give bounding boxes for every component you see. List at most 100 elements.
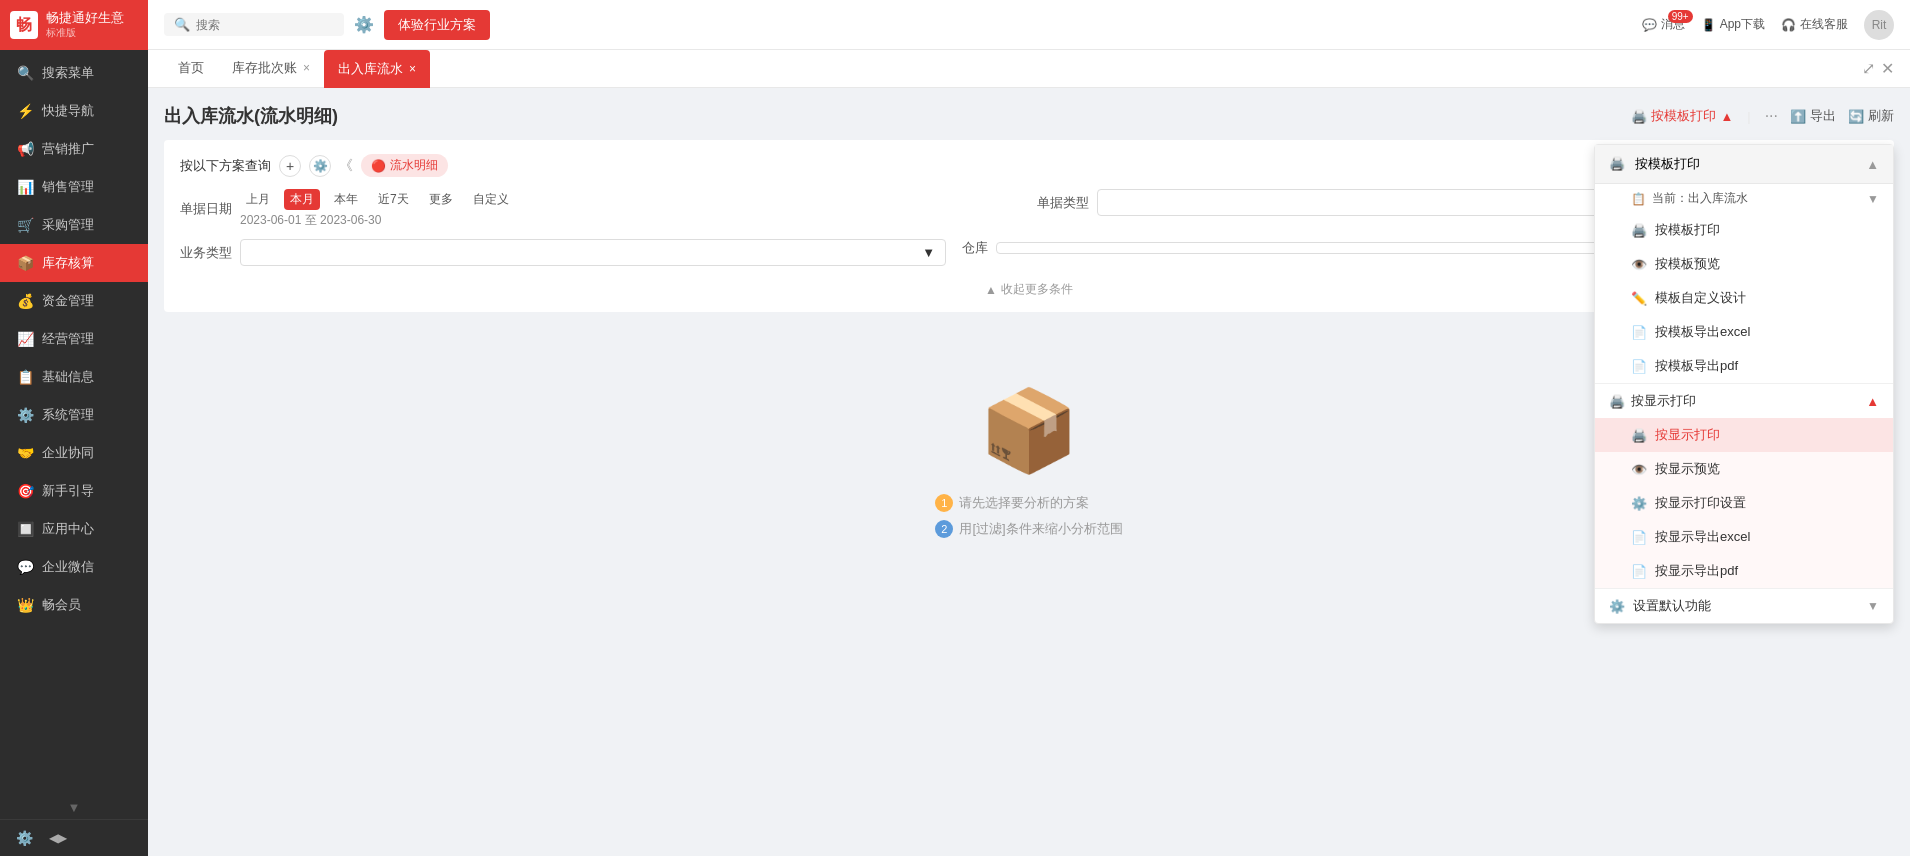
refresh-label: 刷新 [1868,107,1894,125]
date-field: 单据日期 上月 本月 本年 近7天 更多 自定义 2023-06-01 至 20… [180,189,1021,229]
topbar-gear-icon[interactable]: ⚙️ [354,15,374,34]
eye-icon-2: 👁️ [1631,462,1647,477]
display-export-excel-label: 按显示导出excel [1655,528,1750,546]
dropdown-set-default[interactable]: ⚙️ 设置默认功能 ▼ [1595,589,1893,623]
maximize-btn[interactable]: ⤢ [1862,59,1875,78]
dropdown-chevron-up[interactable]: ▲ [1866,157,1879,172]
sidebar-item-guide[interactable]: 🎯 新手引导 [0,472,148,510]
app-download-btn[interactable]: 📱 App下载 [1701,16,1765,33]
message-btn[interactable]: 💬 消息 99+ [1642,16,1685,33]
tab-home[interactable]: 首页 [164,50,218,88]
tab-flow-close[interactable]: × [409,62,416,76]
filter-tag[interactable]: 🔴 流水明细 [361,154,448,177]
dropdown-template-export-excel[interactable]: 📄 按模板导出excel [1595,315,1893,349]
sidebar-item-inventory[interactable]: 📦 库存核算 [0,244,148,282]
date-opt-this-month[interactable]: 本月 [284,189,320,210]
display-print-chevron[interactable]: ▲ [1866,394,1879,409]
close-window-btn[interactable]: ✕ [1881,59,1894,78]
tab-batch-account[interactable]: 库存批次账 × [218,50,324,88]
search-icon: 🔍 [16,65,34,81]
display-print-section-header[interactable]: 🖨️ 按显示打印 ▲ [1595,384,1893,418]
app-title: 畅捷通好生意 [46,10,124,26]
settings-bottom-icon[interactable]: ⚙️ [16,830,33,846]
date-option-group: 上月 本月 本年 近7天 更多 自定义 [240,189,515,210]
sidebar-item-finance[interactable]: 💰 资金管理 [0,282,148,320]
date-opt-last-month[interactable]: 上月 [240,189,276,210]
export-btn[interactable]: ⬆️ 导出 [1790,107,1836,125]
dropdown-template-custom[interactable]: ✏️ 模板自定义设计 [1595,281,1893,315]
doc-type-label: 单据类型 [1037,194,1089,212]
sidebar-item-label: 新手引导 [42,482,94,500]
dropdown-template-export-pdf[interactable]: 📄 按模板导出pdf [1595,349,1893,383]
sidebar-item-label: 应用中心 [42,520,94,538]
sidebar-item-member[interactable]: 👑 畅会员 [0,586,148,624]
printer-icon-3: 🖨️ [1631,223,1647,238]
sidebar-item-label: 销售管理 [42,178,94,196]
filter-collapse-icon[interactable]: 《 [339,157,353,175]
search-input[interactable] [196,18,316,32]
sidebar-item-operations[interactable]: 📈 经营管理 [0,320,148,358]
dropdown-display-print[interactable]: 🖨️ 按显示打印 [1595,418,1893,452]
chevron-up-icon: ▲ [1720,109,1733,124]
tab-home-label: 首页 [178,59,204,77]
dropdown-template-preview[interactable]: 👁️ 按模板预览 [1595,247,1893,281]
topbar-right: 💬 消息 99+ 📱 App下载 🎧 在线客服 Rit [1642,10,1894,40]
sidebar-item-purchase[interactable]: 🛒 采购管理 [0,206,148,244]
chevron-down-icon-2: ▼ [922,245,935,260]
date-opt-more[interactable]: 更多 [423,189,459,210]
print-template-btn[interactable]: 🖨️ 按模板打印 ▲ [1631,107,1733,125]
tab-batch-account-close[interactable]: × [303,61,310,75]
app-download-label: App下载 [1720,16,1765,33]
date-opt-7days[interactable]: 近7天 [372,189,415,210]
sidebar-item-sys-mgmt[interactable]: ⚙️ 系统管理 [0,396,148,434]
megaphone-icon: 📢 [16,141,34,157]
dropdown-display-preview[interactable]: 👁️ 按显示预览 [1595,452,1893,486]
industry-btn[interactable]: 体验行业方案 [384,10,490,40]
refresh-btn[interactable]: 🔄 刷新 [1848,107,1894,125]
page-title: 出入库流水(流水明细) [164,104,338,128]
tab-flow[interactable]: 出入库流水 × [324,50,430,88]
filter-add-btn[interactable]: + [279,155,301,177]
dropdown-display-export-pdf[interactable]: 📄 按显示导出pdf [1595,554,1893,588]
sidebar-item-quick-nav[interactable]: ⚡ 快捷导航 [0,92,148,130]
export-icon: ⬆️ [1790,109,1806,124]
sidebar-item-label: 采购管理 [42,216,94,234]
display-print-icon: 🖨️ [1609,394,1625,409]
filter-settings-btn[interactable]: ⚙️ [309,155,331,177]
sidebar-item-marketing[interactable]: 📢 营销推广 [0,130,148,168]
sidebar-item-wechat[interactable]: 💬 企业微信 [0,548,148,586]
trend-icon: 📈 [16,331,34,347]
date-opt-this-year[interactable]: 本年 [328,189,364,210]
printer-icon-4: 🖨️ [1631,428,1647,443]
more-actions-btn[interactable]: ··· [1765,107,1778,125]
chart-icon: 📊 [16,179,34,195]
sidebar-item-sales[interactable]: 📊 销售管理 [0,168,148,206]
sidebar-scroll-down[interactable]: ▼ [0,796,148,819]
sidebar-item-cooperation[interactable]: 🤝 企业协同 [0,434,148,472]
online-service-btn[interactable]: 🎧 在线客服 [1781,16,1848,33]
sidebar-item-basic-info[interactable]: 📋 基础信息 [0,358,148,396]
tabs-right-actions: ⤢ ✕ [1862,59,1894,78]
tabs-bar: 首页 库存批次账 × 出入库流水 × ⤢ ✕ [148,50,1910,88]
business-type-select[interactable]: ▼ [240,239,946,266]
pdf-icon: 📄 [1631,359,1647,374]
dropdown-display-print-settings[interactable]: ⚙️ 按显示打印设置 [1595,486,1893,520]
message-icon: 💬 [1642,18,1657,32]
collapse-sidebar-icon[interactable]: ◀▶ [49,831,67,845]
user-avatar[interactable]: Rit [1864,10,1894,40]
business-type-label: 业务类型 [180,244,232,262]
dropdown-display-export-excel[interactable]: 📄 按显示导出excel [1595,520,1893,554]
topbar-search[interactable]: 🔍 [164,13,344,36]
phone-icon: 📱 [1701,18,1716,32]
excel-icon-2: 📄 [1631,530,1647,545]
current-label-chevron[interactable]: ▼ [1867,192,1879,206]
sidebar-item-app-center[interactable]: 🔲 应用中心 [0,510,148,548]
date-opt-custom[interactable]: 自定义 [467,189,515,210]
money-icon: 💰 [16,293,34,309]
hint-item-1: 1 请先选择要分析的方案 [935,494,1122,512]
sidebar-item-search[interactable]: 🔍 搜索菜单 [0,54,148,92]
sidebar: 畅 畅捷通好生意 标准版 🔍 搜索菜单 ⚡ 快捷导航 📢 营销推广 📊 销售管理… [0,0,148,856]
dropdown-template-print[interactable]: 🖨️ 按模板打印 [1595,213,1893,247]
print-dropdown-panel: 🖨️ 按模板打印 ▲ 📋 当前：出入库流水 ▼ 🖨️ 按模板打印 [1594,144,1894,624]
display-section: 🖨️ 按显示打印 👁️ 按显示预览 ⚙️ 按显示打印设置 📄 按显示导出exce… [1595,418,1893,589]
